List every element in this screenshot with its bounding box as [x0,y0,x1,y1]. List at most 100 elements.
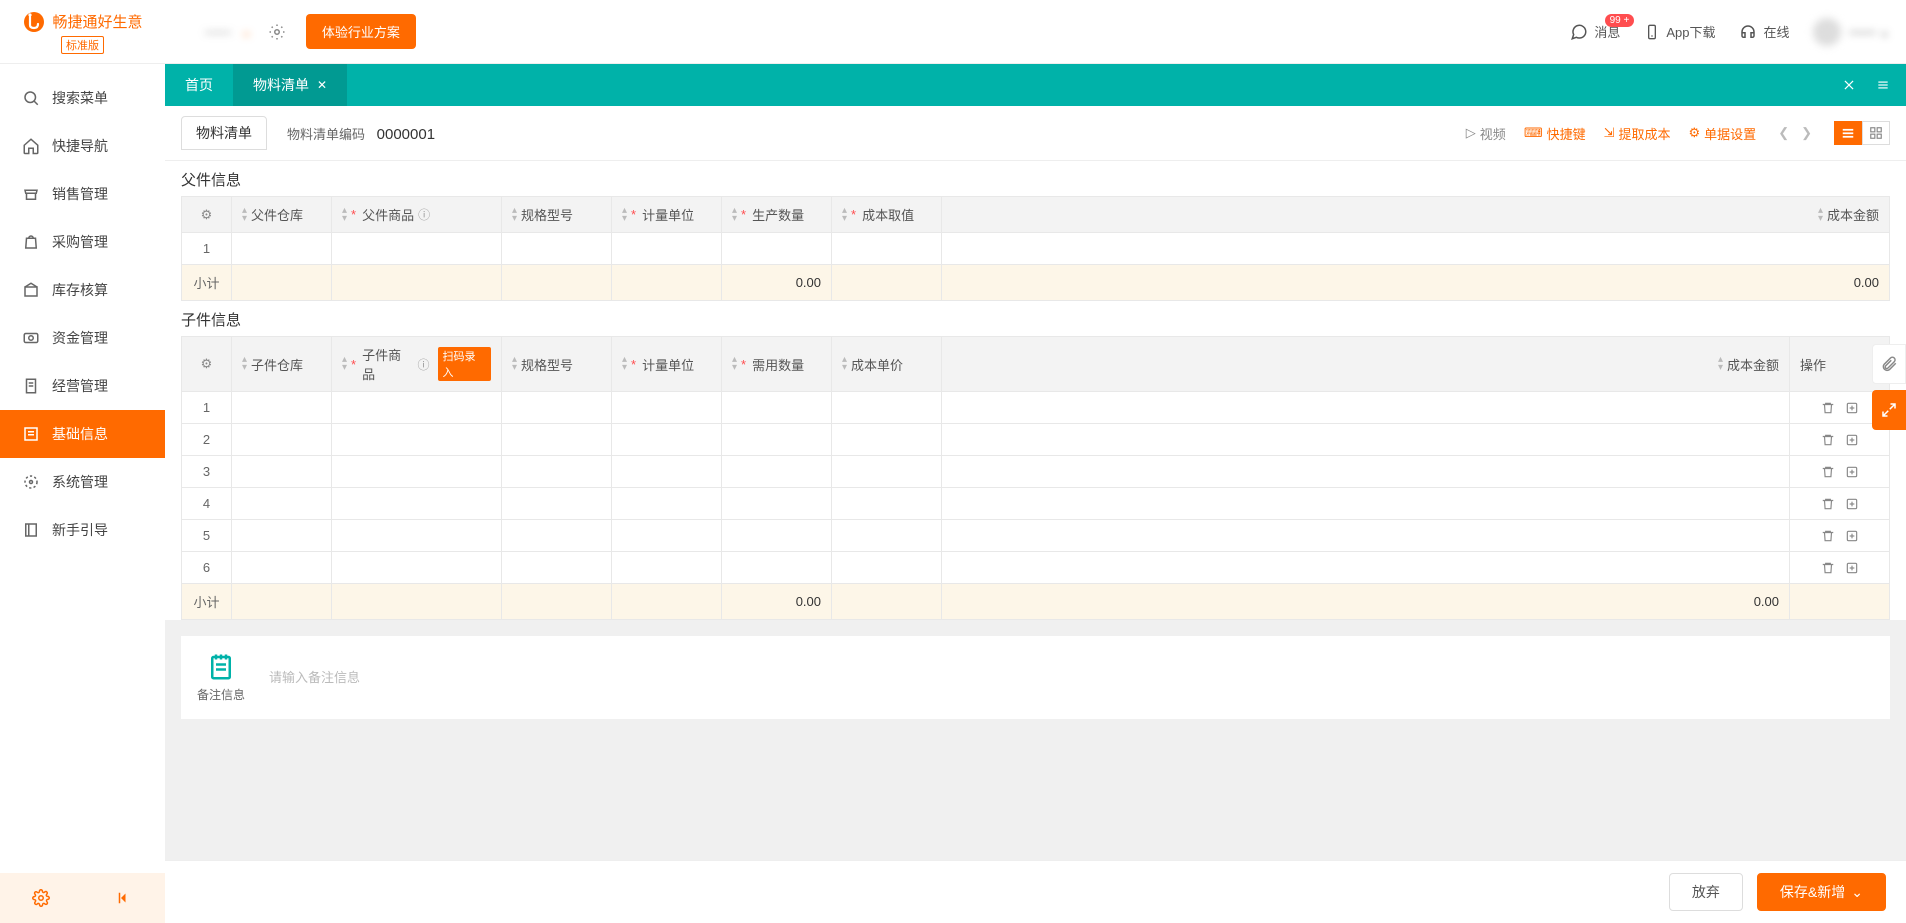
col-parent-cost-basis[interactable]: ▴▾*成本取值 [832,197,942,233]
col-child-spec[interactable]: ▴▾规格型号 [502,337,612,392]
delete-row-icon[interactable] [1821,401,1835,415]
sidebar-collapse-icon[interactable] [115,889,133,907]
app-download-link[interactable]: App下载 [1644,22,1715,41]
sidebar-item-label: 基础信息 [52,424,108,444]
tab-0[interactable]: 首页 [165,64,233,106]
add-row-icon[interactable] [1845,561,1859,575]
remarks-input[interactable] [265,652,1874,703]
sidebar-item-label: 经营管理 [52,376,108,396]
money-icon [22,329,40,347]
doc-code: 物料清单编码 0000001 [287,124,435,143]
sidebar-item-money[interactable]: 资金管理 [0,314,165,362]
doc-icon [22,377,40,395]
row-number: 4 [182,488,232,520]
child-row[interactable]: 2 [182,424,1890,456]
parent-table: ⚙ ▴▾父件仓库 ▴▾*父件商品ⓘ ▴▾规格型号 ▴▾*计量单位 ▴▾*生产数量… [181,196,1890,301]
col-child-warehouse[interactable]: ▴▾子件仓库 [232,337,332,392]
delete-row-icon[interactable] [1821,465,1835,479]
help-icon[interactable]: ⓘ [418,356,430,373]
parent-subtotal-label: 小计 [182,265,232,301]
col-child-qty[interactable]: ▴▾*需用数量 [722,337,832,392]
parent-row[interactable]: 1 [182,233,1890,265]
child-row[interactable]: 4 [182,488,1890,520]
col-child-cost-amount[interactable]: ▴▾成本金额 [942,337,1790,392]
child-row[interactable]: 3 [182,456,1890,488]
col-child-unit[interactable]: ▴▾*计量单位 [612,337,722,392]
close-icon[interactable]: ✕ [317,78,327,92]
col-parent-unit[interactable]: ▴▾*计量单位 [612,197,722,233]
keyboard-icon: ⌨ [1524,125,1543,141]
sidebar-settings-icon[interactable] [32,889,50,907]
save-new-button[interactable]: 保存&新增 ⌄ [1757,873,1886,911]
tab-close-all-icon[interactable] [1836,72,1862,98]
delete-row-icon[interactable] [1821,497,1835,511]
messages-link[interactable]: 消息 99 + [1570,22,1620,41]
scan-input-tag[interactable]: 扫码录入 [438,347,491,381]
prev-record-icon[interactable]: ❮ [1774,123,1793,143]
sidebar-item-guide[interactable]: 新手引导 [0,506,165,554]
col-parent-product[interactable]: ▴▾*父件商品ⓘ [332,197,502,233]
tab-menu-icon[interactable] [1870,72,1896,98]
sidebar-item-label: 资金管理 [52,328,108,348]
doc-code-value: 0000001 [377,126,435,143]
doc-settings-link[interactable]: ⚙单据设置 [1689,124,1757,143]
add-row-icon[interactable] [1845,433,1859,447]
delete-row-icon[interactable] [1821,433,1835,447]
brand-edition: 标准版 [61,36,104,54]
save-new-label: 保存&新增 [1780,882,1845,902]
help-icon[interactable]: ⓘ [418,206,430,223]
sidebar: 搜索菜单快捷导航销售管理采购管理库存核算资金管理经营管理基础信息系统管理新手引导 [0,64,165,923]
chevron-down-icon: ⌄ [241,24,252,40]
tab-1[interactable]: 物料清单✕ [233,64,347,106]
user-avatar-area[interactable]: —— ⌄ [1813,18,1890,46]
sidebar-item-stock[interactable]: 库存核算 [0,266,165,314]
col-child-product[interactable]: ▴▾*子件商品ⓘ扫码录入 [332,337,502,392]
shortcut-link[interactable]: ⌨快捷键 [1524,124,1586,143]
page-title-tab: 物料清单 [181,116,267,150]
discard-button[interactable]: 放弃 [1669,873,1743,911]
video-link[interactable]: ▷视频 [1466,124,1506,143]
col-parent-warehouse[interactable]: ▴▾父件仓库 [232,197,332,233]
col-parent-cost-amount[interactable]: ▴▾成本金额 [942,197,1890,233]
sidebar-item-sys[interactable]: 系统管理 [0,458,165,506]
child-row[interactable]: 5 [182,520,1890,552]
org-selector[interactable]: —— ⌄ [205,24,252,40]
sidebar-item-shop[interactable]: 销售管理 [0,170,165,218]
online-support-link[interactable]: 在线 [1739,22,1789,41]
sidebar-item-label: 搜索菜单 [52,88,108,108]
delete-row-icon[interactable] [1821,561,1835,575]
chat-icon [1570,23,1588,41]
add-row-icon[interactable] [1845,401,1859,415]
chevron-down-icon: ⌄ [1851,884,1863,901]
child-row[interactable]: 6 [182,552,1890,584]
view-card-button[interactable] [1862,121,1890,145]
settings-gear-icon[interactable] [268,23,286,41]
sidebar-item-doc[interactable]: 经营管理 [0,362,165,410]
sidebar-item-home[interactable]: 快捷导航 [0,122,165,170]
col-parent-spec[interactable]: ▴▾规格型号 [502,197,612,233]
add-row-icon[interactable] [1845,529,1859,543]
industry-cta-button[interactable]: 体验行业方案 [306,14,416,49]
sidebar-item-search[interactable]: 搜索菜单 [0,74,165,122]
bag-icon [22,233,40,251]
add-row-icon[interactable] [1845,497,1859,511]
col-parent-qty[interactable]: ▴▾*生产数量 [722,197,832,233]
child-gear-header[interactable]: ⚙ [182,337,232,392]
child-row[interactable]: 1 [182,392,1890,424]
sidebar-item-label: 采购管理 [52,232,108,252]
view-list-button[interactable] [1834,121,1862,145]
add-row-icon[interactable] [1845,465,1859,479]
sidebar-item-bag[interactable]: 采购管理 [0,218,165,266]
sidebar-item-label: 新手引导 [52,520,108,540]
delete-row-icon[interactable] [1821,529,1835,543]
col-child-cost-price[interactable]: ▴▾成本单价 [832,337,942,392]
extract-cost-link[interactable]: ⇲提取成本 [1604,124,1671,143]
phone-icon [1644,24,1660,40]
remarks-label: 备注信息 [197,686,245,703]
attachment-float-icon[interactable] [1872,344,1906,384]
next-record-icon[interactable]: ❯ [1797,123,1816,143]
expand-float-icon[interactable] [1872,390,1906,430]
row-number: 1 [182,392,232,424]
parent-gear-header[interactable]: ⚙ [182,197,232,233]
sidebar-item-base[interactable]: 基础信息 [0,410,165,458]
